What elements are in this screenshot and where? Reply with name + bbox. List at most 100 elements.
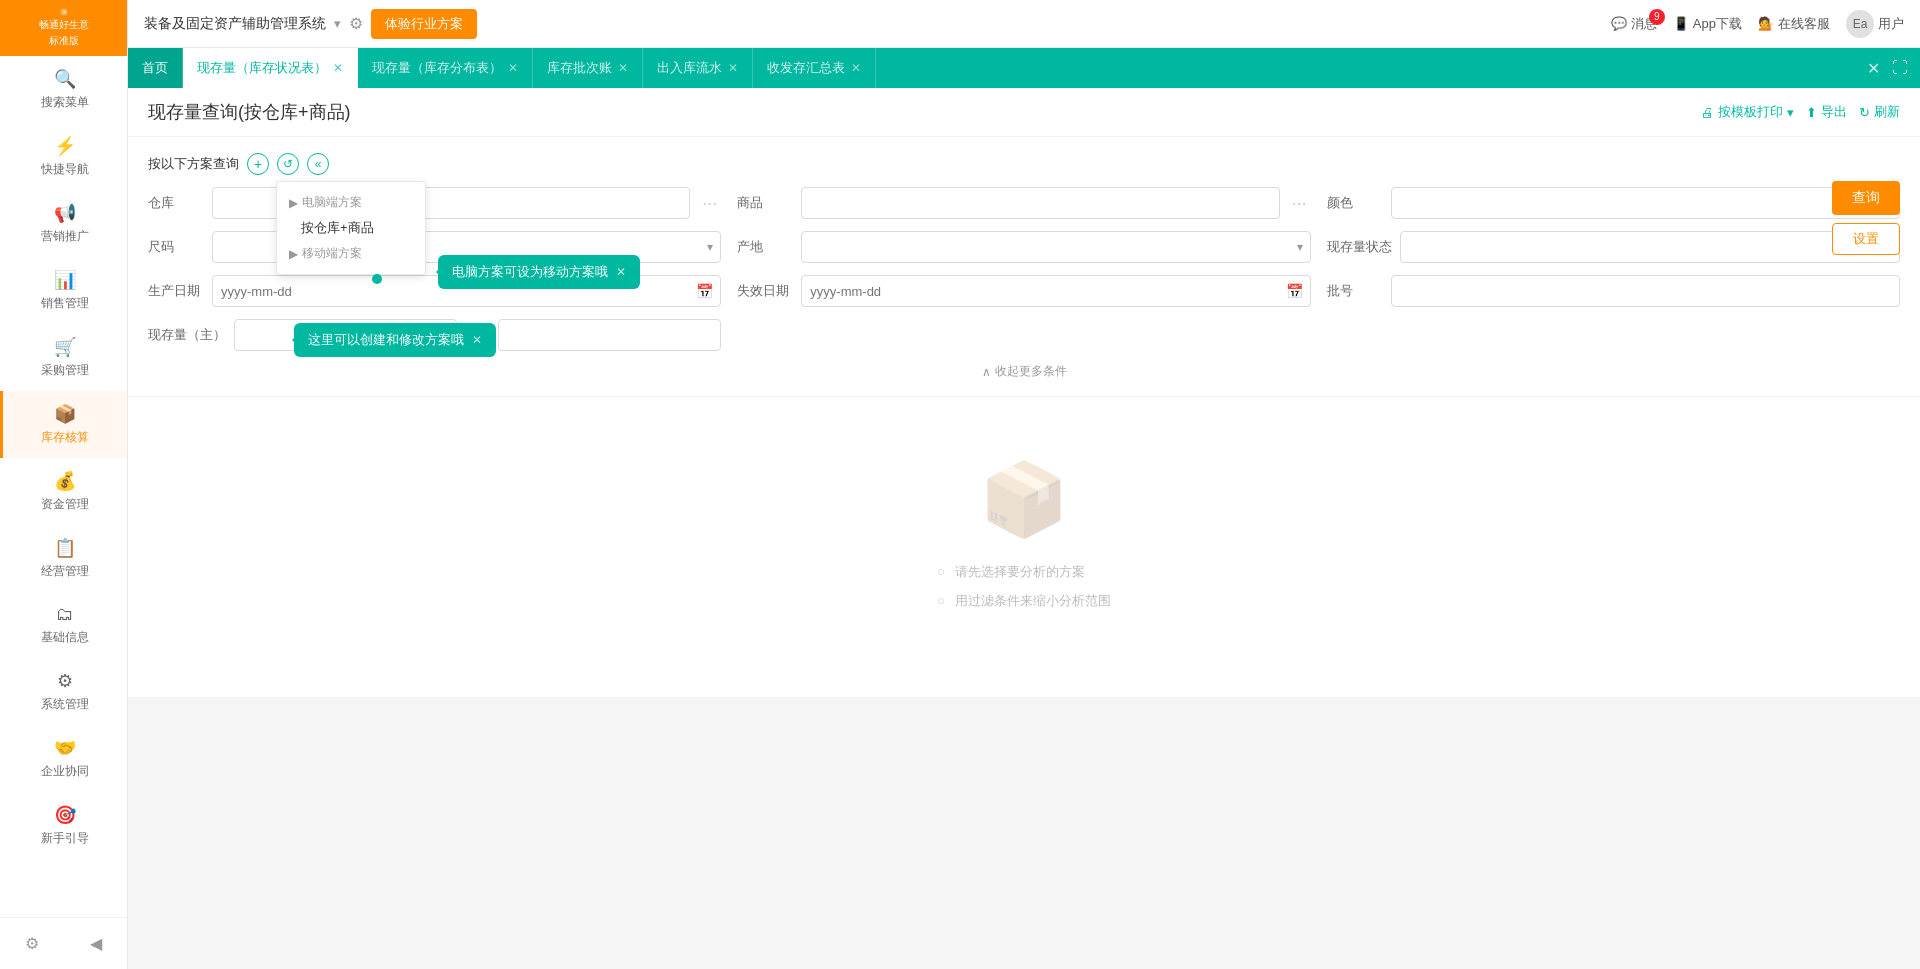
tab-recv-summary[interactable]: 收发存汇总表 ✕ — [753, 48, 876, 88]
color-select[interactable] — [1391, 187, 1900, 219]
tab-inventory-dist-label: 现存量（库存分布表） — [372, 59, 502, 77]
header-settings-icon[interactable]: ⚙ — [349, 14, 363, 33]
product-dots-button[interactable]: ··· — [1288, 193, 1311, 214]
tab-close-inout-flow[interactable]: ✕ — [728, 61, 738, 75]
sidebar-item-purchase-label: 采购管理 — [41, 362, 89, 379]
online-service-label: 在线客服 — [1778, 15, 1830, 33]
tab-bar: 首页 现存量（库存状况表） ✕ 现存量（库存分布表） ✕ 库存批次账 ✕ 出入库… — [128, 48, 1920, 88]
scheme-mobile-row[interactable]: ▶ 移动端方案 — [277, 241, 425, 266]
tab-close-all-icon[interactable]: ✕ — [1863, 57, 1884, 80]
sidebar-item-operation[interactable]: 📋 经营管理 — [0, 525, 127, 592]
filter-batch: 批号 — [1327, 275, 1900, 307]
sidebar-item-search-menu[interactable]: 🔍 搜索菜单 — [0, 56, 127, 123]
sidebar-nav: 🔍 搜索菜单 ⚡ 快捷导航 📢 营销推广 📊 销售管理 🛒 采购管理 📦 库存核… — [0, 56, 127, 917]
print-icon: 🖨 — [1701, 105, 1714, 120]
filter-warehouse: 仓库 ··· — [148, 187, 721, 219]
tab-inout-flow[interactable]: 出入库流水 ✕ — [643, 48, 753, 88]
search-button[interactable]: 查询 — [1832, 181, 1900, 215]
warehouse-dots-button[interactable]: ··· — [698, 193, 721, 214]
main-area: 装备及固定资产辅助管理系统 ▾ ⚙ 体验行业方案 💬 9 消息 📱 App下载 … — [128, 0, 1920, 969]
sidebar-item-quick-nav[interactable]: ⚡ 快捷导航 — [0, 123, 127, 190]
sidebar-item-inventory[interactable]: 📦 库存核算 — [0, 391, 127, 458]
tooltip-desktop-scheme: 电脑方案可设为移动方案哦 ✕ — [438, 255, 640, 289]
filter-stock-status: 现存量状态 — [1327, 231, 1900, 263]
sidebar-item-purchase[interactable]: 🛒 采购管理 — [0, 324, 127, 391]
product-input-wrapper — [801, 187, 1279, 219]
sidebar-item-finance[interactable]: 💰 资金管理 — [0, 458, 127, 525]
collapse-label: 收起更多条件 — [995, 363, 1067, 380]
edit-scheme-button[interactable]: ↺ — [277, 153, 299, 175]
sidebar-item-finance-label: 资金管理 — [41, 496, 89, 513]
sidebar-item-sales[interactable]: 📊 销售管理 — [0, 257, 127, 324]
collapse-sidebar-button[interactable]: ◀ — [82, 930, 110, 957]
tab-expand-icon[interactable]: ⛶ — [1888, 57, 1912, 79]
sidebar-item-enterprise[interactable]: 🤝 企业协同 — [0, 725, 127, 792]
sidebar-item-system[interactable]: ⚙ 系统管理 — [0, 658, 127, 725]
stock-main-to-input[interactable] — [498, 319, 721, 351]
tab-inventory-dist[interactable]: 现存量（库存分布表） ✕ — [358, 48, 533, 88]
sidebar-item-guide[interactable]: 🎯 新手引导 — [0, 792, 127, 859]
stock-status-select[interactable] — [1400, 231, 1900, 263]
tooltip1-text: 电脑方案可设为移动方案哦 — [452, 263, 608, 281]
refresh-label: 刷新 — [1874, 103, 1900, 121]
guide-icon: 🎯 — [54, 804, 76, 826]
online-service-action[interactable]: 💁 在线客服 — [1758, 15, 1830, 33]
tab-close-batch-ledger[interactable]: ✕ — [618, 61, 628, 75]
sidebar-item-system-label: 系统管理 — [41, 696, 89, 713]
tab-close-inventory-dist[interactable]: ✕ — [508, 61, 518, 75]
scheme-arrow-button[interactable]: « — [307, 153, 329, 175]
reset-button[interactable]: 设置 — [1832, 223, 1900, 255]
expire-date-label: 失效日期 — [737, 282, 793, 300]
tooltip2-close-button[interactable]: ✕ — [472, 333, 482, 347]
empty-hints: ○ 请先选择要分析的方案 ○ 用过滤条件来缩小分析范围 — [937, 558, 1110, 615]
print-button[interactable]: 🖨 按模板打印 ▾ — [1701, 103, 1794, 121]
collapse-filter-button[interactable]: ∧ 收起更多条件 — [148, 363, 1900, 380]
tab-home[interactable]: 首页 — [128, 48, 183, 88]
scheme-desktop-row[interactable]: ▶ 电脑端方案 — [277, 190, 425, 215]
refresh-button[interactable]: ↻ 刷新 — [1859, 103, 1900, 121]
mobile-expand-icon: ▶ — [289, 247, 298, 261]
origin-select[interactable] — [801, 231, 1310, 263]
sidebar-item-marketing[interactable]: 📢 营销推广 — [0, 190, 127, 257]
add-scheme-button[interactable]: + — [247, 153, 269, 175]
finance-icon: 💰 — [54, 470, 76, 492]
scheme-item-warehouse[interactable]: 按仓库+商品 — [277, 215, 425, 241]
filter-header: 按以下方案查询 + ↺ « — [148, 153, 1900, 175]
marketing-icon: 📢 — [54, 202, 76, 224]
quick-nav-icon: ⚡ — [54, 135, 76, 157]
settings-button[interactable]: ⚙ — [17, 930, 47, 957]
brand-name: 畅通好生意 — [39, 18, 89, 32]
sidebar-item-enterprise-label: 企业协同 — [41, 763, 89, 780]
operation-icon: 📋 — [54, 537, 76, 559]
tab-home-label: 首页 — [142, 59, 168, 77]
sidebar-footer: ⚙ ◀ — [0, 917, 127, 969]
expire-date-input[interactable] — [801, 275, 1310, 307]
empty-hint-2: ○ 用过滤条件来缩小分析范围 — [937, 587, 1110, 616]
tooltip1-close-button[interactable]: ✕ — [616, 265, 626, 279]
app-download-action[interactable]: 📱 App下载 — [1673, 15, 1742, 33]
warehouse-label: 仓库 — [148, 194, 204, 212]
user-action[interactable]: Ea 用户 — [1846, 10, 1904, 38]
tab-inventory-status[interactable]: 现存量（库存状况表） ✕ — [183, 48, 358, 88]
header-right: 💬 9 消息 📱 App下载 💁 在线客服 Ea 用户 — [1611, 10, 1904, 38]
tooltip2-text: 这里可以创建和修改方案哦 — [308, 331, 464, 349]
tab-inventory-status-label: 现存量（库存状况表） — [197, 59, 327, 77]
tab-batch-ledger[interactable]: 库存批次账 ✕ — [533, 48, 643, 88]
message-action[interactable]: 💬 9 消息 — [1611, 15, 1657, 33]
sidebar-item-operation-label: 经营管理 — [41, 563, 89, 580]
export-button[interactable]: ⬆ 导出 — [1806, 103, 1847, 121]
product-input[interactable] — [801, 187, 1279, 219]
tab-close-recv-summary[interactable]: ✕ — [851, 61, 861, 75]
sidebar-item-basic[interactable]: 🗂 基础信息 — [0, 592, 127, 658]
desktop-expand-icon: ▶ — [289, 196, 298, 210]
batch-input[interactable] — [1391, 275, 1900, 307]
page-actions: 🖨 按模板打印 ▾ ⬆ 导出 ↻ 刷新 — [1701, 103, 1900, 121]
filter-color: 颜色 — [1327, 187, 1900, 219]
filter-label: 按以下方案查询 — [148, 155, 239, 173]
tab-close-inventory-status[interactable]: ✕ — [333, 61, 343, 75]
stock-status-label: 现存量状态 — [1327, 238, 1392, 256]
experience-button[interactable]: 体验行业方案 — [371, 9, 477, 39]
system-dropdown-icon[interactable]: ▾ — [334, 16, 341, 31]
hint2-bullet-icon: ○ — [937, 593, 945, 608]
sidebar: 畅 畅通好生意 标准版 🔍 搜索菜单 ⚡ 快捷导航 📢 营销推广 📊 销售管理 … — [0, 0, 128, 969]
